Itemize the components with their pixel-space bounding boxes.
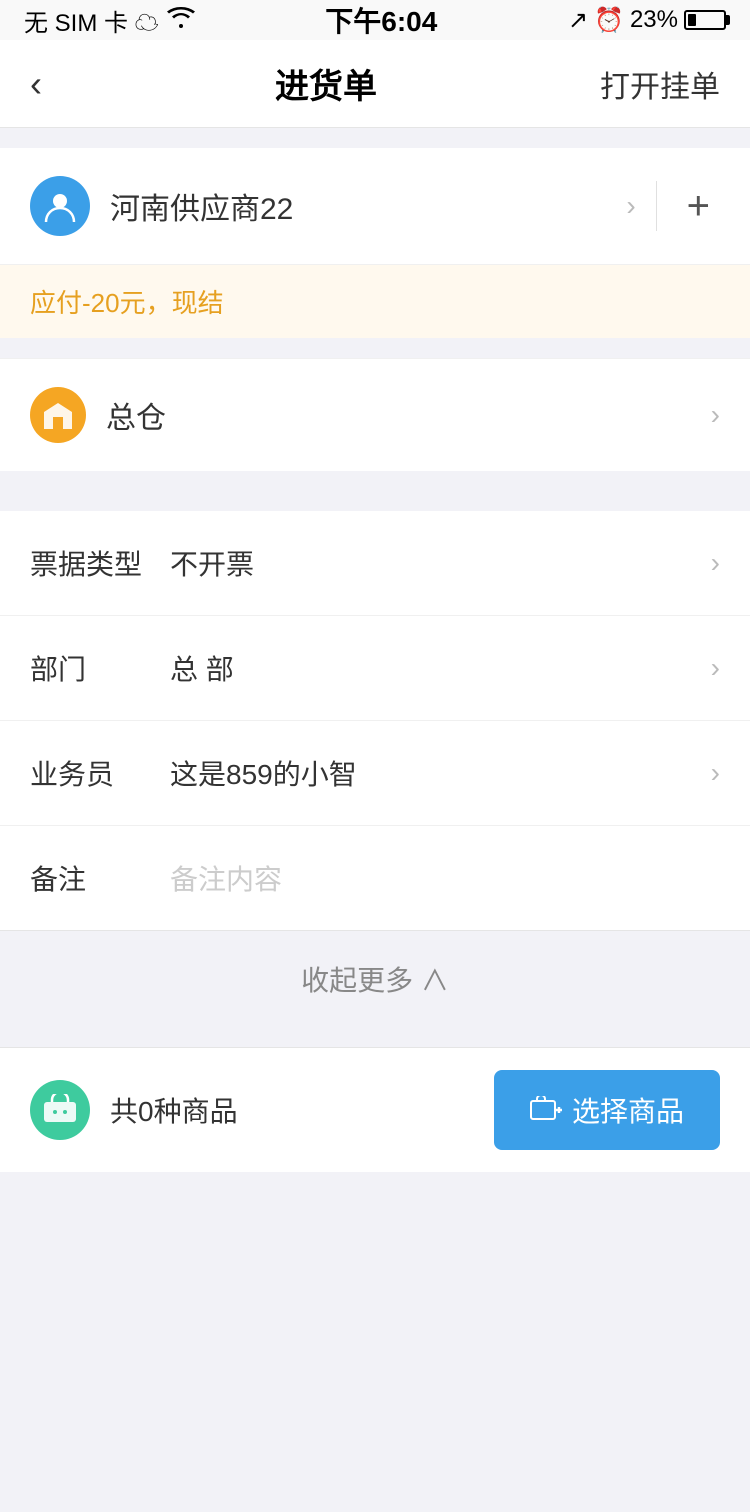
warehouse-icon	[30, 387, 86, 443]
invoice-label: 票据类型	[30, 543, 150, 583]
bottom-bar: 共0种商品 选择商品	[0, 1047, 750, 1172]
select-product-label: 选择商品	[572, 1090, 684, 1130]
form-section: 票据类型 不开票 › 部门 总 部 › 业务员 这是859的小智 › 备注 备注…	[0, 511, 750, 930]
dept-chevron-icon: ›	[711, 652, 720, 684]
remark-input[interactable]: 备注内容	[150, 858, 720, 898]
location-icon: ↗	[568, 6, 588, 35]
section-gap-3	[0, 471, 750, 491]
remark-row[interactable]: 备注 备注内容	[0, 826, 750, 930]
alarm-icon: ⏰	[594, 6, 624, 35]
page-rest	[0, 1172, 750, 1512]
dept-row[interactable]: 部门 总 部 ›	[0, 616, 750, 721]
supplier-row[interactable]: 河南供应商22 › +	[0, 148, 750, 265]
supplier-name: 河南供应商22	[110, 184, 626, 228]
sim-label: 无 SIM 卡 ☁	[24, 3, 159, 38]
select-product-button[interactable]: 选择商品	[494, 1070, 720, 1150]
notice-banner: 应付-20元，现结	[0, 265, 750, 338]
back-button[interactable]: ‹	[30, 53, 52, 115]
chevron-right-icon: ›	[626, 190, 635, 222]
collapse-button[interactable]: 收起更多 ∧	[0, 930, 750, 1027]
warehouse-row[interactable]: 总仓 ›	[0, 358, 750, 471]
warehouse-chevron-icon: ›	[711, 399, 720, 431]
wifi-icon	[167, 6, 195, 34]
status-left: 无 SIM 卡 ☁	[24, 3, 195, 38]
supplier-avatar	[30, 176, 90, 236]
product-count: 共0种商品	[110, 1090, 494, 1130]
status-bar: 无 SIM 卡 ☁ 下午6:04 ↗ ⏰ 23%	[0, 0, 750, 40]
battery-icon	[684, 10, 726, 30]
open-pending-button[interactable]: 打开挂单	[600, 62, 720, 106]
section-gap-2	[0, 338, 750, 358]
staff-label: 业务员	[30, 753, 150, 793]
status-time: 下午6:04	[325, 0, 437, 40]
supplier-section: 河南供应商22 › + 应付-20元，现结	[0, 148, 750, 338]
add-supplier-button[interactable]: +	[677, 184, 720, 229]
nav-bar: ‹ 进货单 打开挂单	[0, 40, 750, 128]
dept-label: 部门	[30, 648, 150, 688]
invoice-row[interactable]: 票据类型 不开票 ›	[0, 511, 750, 616]
status-right: ↗ ⏰ 23%	[568, 6, 726, 35]
page-title: 进货单	[275, 59, 377, 108]
staff-chevron-icon: ›	[711, 757, 720, 789]
remark-label: 备注	[30, 858, 150, 898]
invoice-chevron-icon: ›	[711, 547, 720, 579]
dept-value: 总 部	[150, 648, 711, 688]
warehouse-section: 总仓 ›	[0, 358, 750, 471]
staff-value: 这是859的小智	[150, 753, 711, 793]
supplier-divider	[656, 181, 657, 231]
battery-percent: 23%	[630, 6, 678, 34]
staff-row[interactable]: 业务员 这是859的小智 ›	[0, 721, 750, 826]
invoice-value: 不开票	[150, 543, 711, 583]
product-icon	[30, 1080, 90, 1140]
collapse-label: 收起更多 ∧	[301, 965, 449, 996]
section-gap-1	[0, 128, 750, 148]
warehouse-name: 总仓	[106, 393, 711, 437]
notice-text: 应付-20元，现结	[30, 288, 224, 318]
